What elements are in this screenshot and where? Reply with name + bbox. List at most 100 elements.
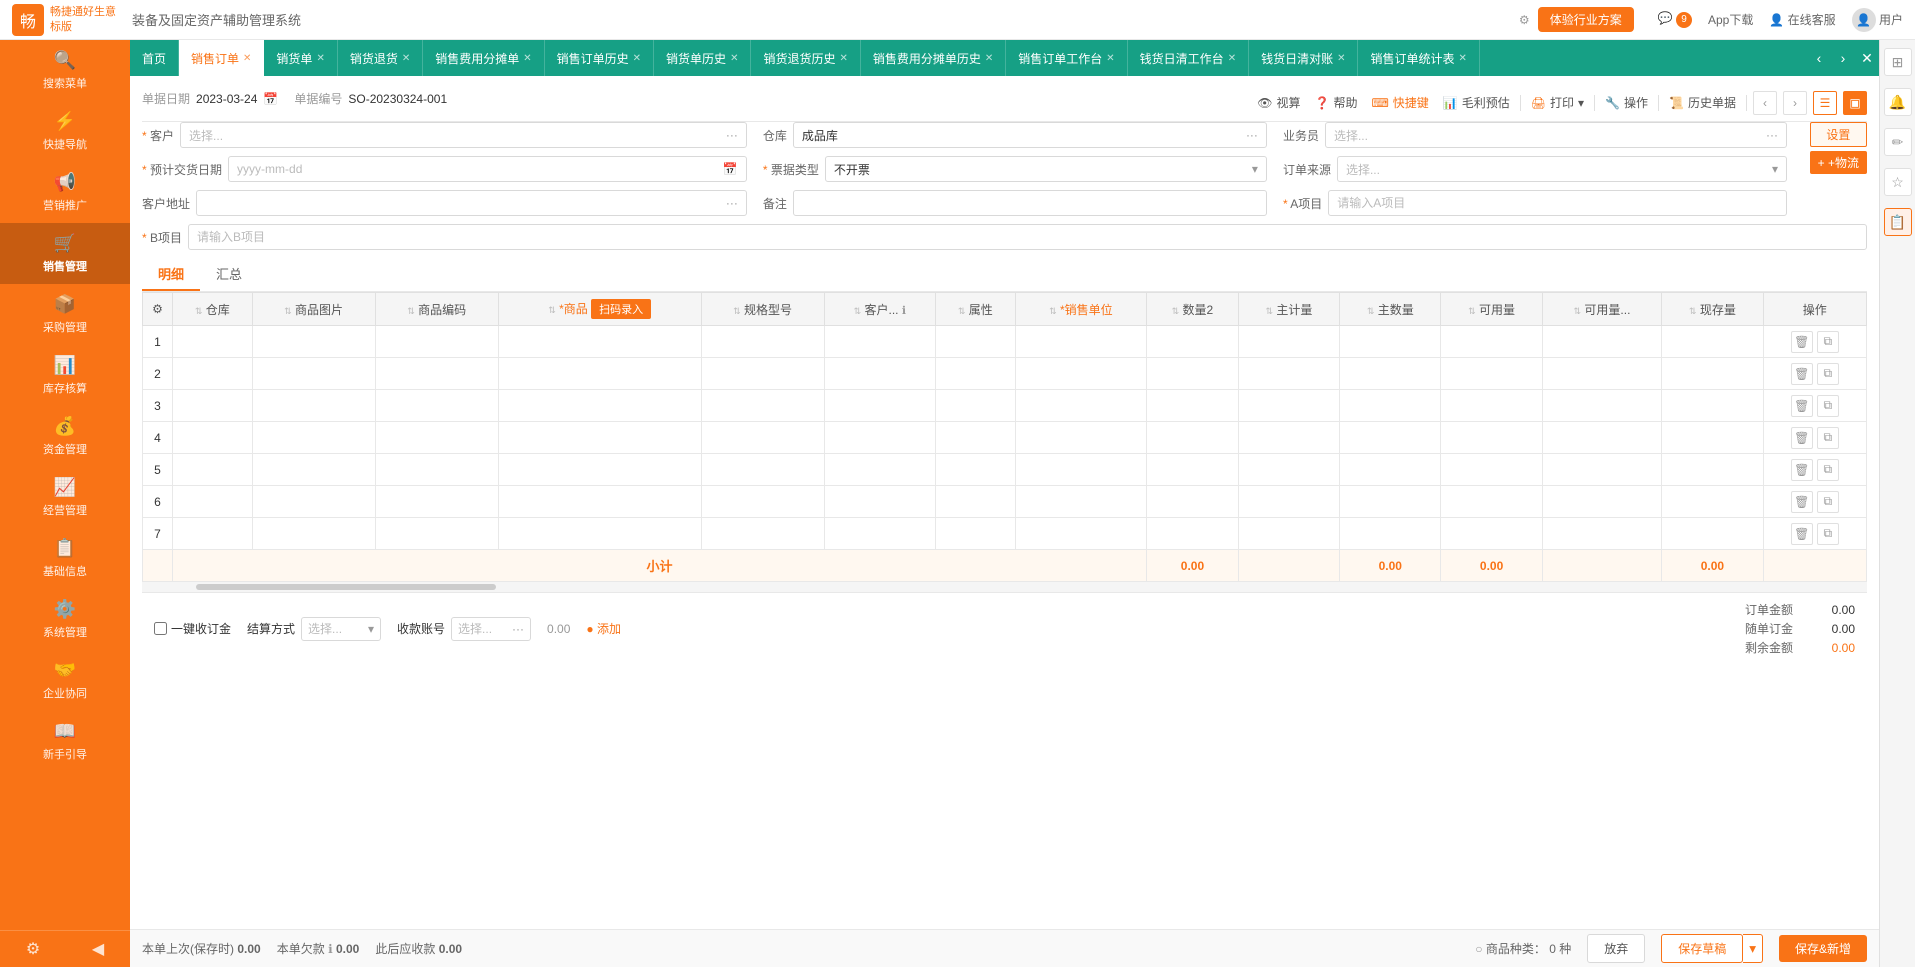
tab-cash-reconcile-close[interactable]: ✕: [1337, 53, 1345, 64]
nav-prev-page-btn[interactable]: ‹: [1753, 91, 1777, 115]
sort-icon-image[interactable]: ⇅: [284, 306, 292, 316]
sidebar-item-quicknav[interactable]: ⚡ 快捷导航: [0, 101, 130, 162]
sort-icon-qty2[interactable]: ⇅: [1172, 306, 1180, 316]
row-1-sales-unit[interactable]: [1015, 326, 1147, 358]
row-1-customer-code[interactable]: [824, 326, 935, 358]
row-3-copy-btn[interactable]: ⧉: [1817, 395, 1839, 417]
receipt-dots[interactable]: ···: [512, 622, 524, 636]
warehouse-dots[interactable]: ···: [1246, 128, 1258, 142]
sort-icon-unit[interactable]: ⇅: [1049, 306, 1057, 316]
row-1-delete-btn[interactable]: 🗑: [1791, 331, 1813, 353]
tab-sales-bill[interactable]: 销货单 ✕: [264, 40, 337, 76]
shortcut-btn[interactable]: ⌨ 快捷键: [1367, 92, 1432, 113]
tab-cash-workbench[interactable]: 钱货日清工作台 ✕: [1128, 40, 1249, 76]
tab-sales-return[interactable]: 销货退货 ✕: [338, 40, 423, 76]
row-6-copy-btn[interactable]: ⧉: [1817, 491, 1839, 513]
sidebar-item-purchase[interactable]: 📦 采购管理: [0, 284, 130, 345]
customer-dots[interactable]: ···: [726, 128, 738, 142]
receipt-account-select[interactable]: 选择... ···: [451, 617, 531, 641]
print-btn[interactable]: 🖨 打印 ▾: [1527, 92, 1588, 113]
row-1-qty2[interactable]: [1147, 326, 1239, 358]
row-2-warehouse[interactable]: [173, 358, 253, 390]
row-2-product[interactable]: [498, 358, 701, 390]
row-2-main-unit[interactable]: [1238, 358, 1339, 390]
row-4-copy-btn[interactable]: ⧉: [1817, 427, 1839, 449]
tab-sales-bill-history-close[interactable]: ✕: [730, 53, 738, 64]
row-4-delete-btn[interactable]: 🗑: [1791, 427, 1813, 449]
sort-icon-attr[interactable]: ⇅: [958, 306, 966, 316]
row-1-warehouse[interactable]: [173, 326, 253, 358]
settings-col-icon[interactable]: ⚙: [152, 302, 163, 316]
tab-cash-workbench-close[interactable]: ✕: [1228, 53, 1236, 64]
right-panel-icon-4[interactable]: ☆: [1884, 168, 1912, 196]
row-1-stock[interactable]: [1662, 326, 1763, 358]
row-1-main-qty[interactable]: [1340, 326, 1441, 358]
row-2-attr[interactable]: [936, 358, 1016, 390]
view-calc-btn[interactable]: 👁 视算: [1253, 92, 1304, 113]
sort-icon-available2[interactable]: ⇅: [1574, 306, 1582, 316]
row-2-customer-code[interactable]: [824, 358, 935, 390]
row-2-available[interactable]: [1441, 358, 1542, 390]
sidebar-settings-icon[interactable]: ⚙: [26, 939, 40, 959]
sort-icon-customer-code[interactable]: ⇅: [854, 306, 862, 316]
help-btn[interactable]: ❓ 帮助: [1311, 92, 1362, 113]
tab-expense-history[interactable]: 销售费用分摊单历史 ✕: [861, 40, 1006, 76]
row-2-sales-unit[interactable]: [1015, 358, 1147, 390]
right-panel-icon-5[interactable]: 📋: [1884, 208, 1912, 236]
add-link[interactable]: ● 添加: [586, 620, 621, 637]
row-2-stock[interactable]: [1662, 358, 1763, 390]
salesperson-input[interactable]: 选择... ···: [1325, 122, 1787, 148]
right-panel-icon-2[interactable]: 🔔: [1884, 88, 1912, 116]
payment-method-select[interactable]: 选择... ▾: [301, 617, 381, 641]
list-view-btn[interactable]: ☰: [1813, 91, 1837, 115]
right-panel-icon-3[interactable]: ✏: [1884, 128, 1912, 156]
sidebar-collapse-icon[interactable]: ◀: [92, 939, 104, 959]
detail-tab-summary[interactable]: 汇总: [200, 258, 258, 291]
tab-cash-reconcile[interactable]: 钱货日清对账 ✕: [1249, 40, 1358, 76]
row-1-available2[interactable]: [1542, 326, 1661, 358]
row-1-available[interactable]: [1441, 326, 1542, 358]
form-view-btn[interactable]: ▣: [1843, 91, 1867, 115]
app-download-link[interactable]: App下载: [1708, 11, 1753, 28]
tab-sales-order[interactable]: 销售订单 ✕: [179, 40, 264, 76]
tab-return-history[interactable]: 销货退货历史 ✕: [751, 40, 860, 76]
save-new-button[interactable]: 保存&新增: [1779, 935, 1867, 962]
tab-return-history-close[interactable]: ✕: [839, 53, 847, 64]
nav-next-page-btn[interactable]: ›: [1783, 91, 1807, 115]
b-project-input[interactable]: 请输入B项目: [188, 224, 1867, 250]
operate-btn[interactable]: 🔧 操作: [1601, 92, 1652, 113]
order-source-select[interactable]: 选择... ▾: [1337, 156, 1787, 182]
a-project-input[interactable]: 请输入A项目: [1328, 190, 1787, 216]
scroll-indicator[interactable]: [142, 582, 1867, 592]
row-2-copy-btn[interactable]: ⧉: [1817, 363, 1839, 385]
row-2-spec[interactable]: [701, 358, 824, 390]
row-2-qty2[interactable]: [1147, 358, 1239, 390]
current-due-help[interactable]: ℹ: [328, 942, 333, 956]
invoice-type-select[interactable]: 不开票 ▾: [825, 156, 1267, 182]
address-dots[interactable]: ···: [726, 196, 738, 210]
row-7-delete-btn[interactable]: 🗑: [1791, 523, 1813, 545]
sidebar-item-inventory[interactable]: 📊 库存核算: [0, 345, 130, 406]
tab-order-workbench[interactable]: 销售订单工作台 ✕: [1006, 40, 1127, 76]
row-1-spec[interactable]: [701, 326, 824, 358]
tab-sales-stats-close[interactable]: ✕: [1459, 53, 1467, 64]
sidebar-item-operations[interactable]: 📈 经营管理: [0, 467, 130, 528]
customer-code-help-icon[interactable]: ℹ: [902, 305, 906, 317]
sort-icon-code[interactable]: ⇅: [407, 306, 415, 316]
row-1-main-unit[interactable]: [1238, 326, 1339, 358]
history-btn[interactable]: 📜 历史单据: [1665, 92, 1740, 113]
row-6-delete-btn[interactable]: 🗑: [1791, 491, 1813, 513]
row-5-copy-btn[interactable]: ⧉: [1817, 459, 1839, 481]
sidebar-item-search[interactable]: 🔍 搜索菜单: [0, 40, 130, 101]
tab-sales-order-close[interactable]: ✕: [243, 53, 251, 64]
row-5-delete-btn[interactable]: 🗑: [1791, 459, 1813, 481]
nav-next-arrow[interactable]: ›: [1831, 40, 1855, 76]
profit-btn[interactable]: 📊 毛利预估: [1439, 92, 1514, 113]
sort-icon-available[interactable]: ⇅: [1468, 306, 1476, 316]
add-material-btn[interactable]: + +物流: [1810, 151, 1867, 174]
tab-order-workbench-close[interactable]: ✕: [1106, 53, 1114, 64]
scan-input-btn[interactable]: 扫码录入: [591, 299, 651, 319]
sidebar-item-guide[interactable]: 📖 新手引导: [0, 711, 130, 772]
delivery-date-input[interactable]: yyyy-mm-dd 📅: [228, 156, 747, 182]
right-panel-icon-1[interactable]: ⊞: [1884, 48, 1912, 76]
